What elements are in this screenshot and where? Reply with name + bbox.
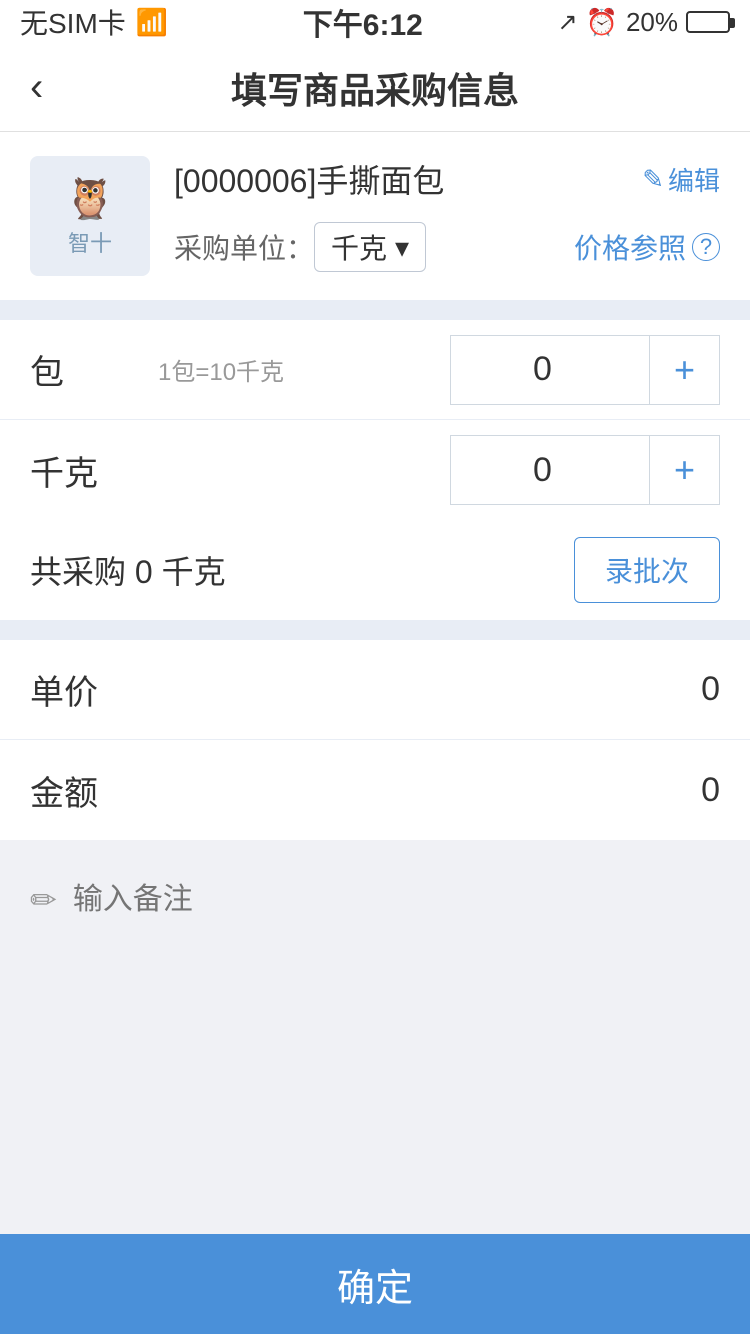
kg-plus-button[interactable]: +	[650, 435, 720, 505]
owl-icon: 🦉	[65, 175, 115, 222]
amount-value: 0	[701, 771, 720, 810]
nav-bar: ‹ 填写商品采购信息	[0, 44, 750, 132]
record-batch-button[interactable]: 录批次	[574, 537, 720, 603]
pencil-icon: ✏	[30, 881, 57, 919]
input-section: 包 1包=10千克 + 千克 +	[0, 320, 750, 520]
product-image: 🦉 智十	[30, 156, 150, 276]
battery-percent: 20%	[626, 7, 678, 38]
product-name-row: [0000006]手撕面包 ✎ 编辑	[174, 156, 720, 202]
unit-value: 千克	[331, 227, 387, 267]
unit-row: 采购单位： 千克 ▾ 价格参照 ?	[174, 222, 720, 272]
unit-prefix: 采购单位：	[174, 227, 314, 267]
edit-icon: ✎	[642, 164, 664, 195]
unit-price-label: 单价	[30, 665, 98, 714]
dropdown-arrow: ▾	[395, 231, 409, 264]
kg-label: 千克	[30, 446, 150, 495]
unit-select-group: 采购单位： 千克 ▾	[174, 222, 426, 272]
unit-price-value: 0	[701, 670, 720, 709]
unit-dropdown[interactable]: 千克 ▾	[314, 222, 426, 272]
edit-label: 编辑	[668, 161, 720, 198]
status-bar: 无SIM卡 📶 下午6:12 ↗ ⏰ 20%	[0, 0, 750, 44]
divider-1	[0, 300, 750, 320]
brand-text: 智十	[68, 226, 112, 258]
price-ref-label: 价格参照	[574, 227, 686, 267]
bag-quantity-input[interactable]	[450, 335, 650, 405]
kg-quantity-input[interactable]	[450, 435, 650, 505]
status-left: 无SIM卡 📶	[20, 2, 168, 42]
amount-label: 金额	[30, 766, 98, 815]
confirm-button[interactable]: 确定	[0, 1234, 750, 1334]
product-card: 🦉 智十 [0000006]手撕面包 ✎ 编辑 采购单位： 千克 ▾ 价格参照	[0, 132, 750, 300]
carrier-text: 无SIM卡	[20, 2, 126, 42]
alarm-icon: ⏰	[586, 7, 618, 38]
total-text: 共采购 0 千克	[30, 547, 226, 593]
kg-input-row: 千克 +	[0, 420, 750, 520]
bag-sub-label: 1包=10千克	[158, 352, 450, 387]
edit-button[interactable]: ✎ 编辑	[642, 161, 720, 198]
unit-price-row: 单价 0	[0, 640, 750, 740]
bag-input-control: +	[450, 335, 720, 405]
status-right: ↗ ⏰ 20%	[557, 7, 730, 38]
price-section: 单价 0 金额 0	[0, 640, 750, 840]
wifi-icon: 📶	[136, 7, 168, 38]
battery-icon	[686, 11, 730, 33]
status-time: 下午6:12	[303, 0, 423, 44]
kg-input-control: +	[450, 435, 720, 505]
bag-plus-button[interactable]: +	[650, 335, 720, 405]
page-title: 填写商品采购信息	[231, 62, 519, 114]
bag-label: 包	[30, 345, 150, 394]
product-name: [0000006]手撕面包	[174, 156, 444, 202]
price-ref-button[interactable]: 价格参照 ?	[574, 227, 720, 267]
amount-row: 金额 0	[0, 740, 750, 840]
remarks-section: ✏	[0, 840, 750, 960]
divider-2	[0, 620, 750, 640]
total-row: 共采购 0 千克 录批次	[0, 520, 750, 620]
price-ref-icon: ?	[692, 233, 720, 261]
product-info: [0000006]手撕面包 ✎ 编辑 采购单位： 千克 ▾ 价格参照 ?	[174, 156, 720, 272]
remarks-input[interactable]	[73, 883, 720, 917]
location-icon: ↗	[557, 8, 577, 37]
bag-input-row: 包 1包=10千克 +	[0, 320, 750, 420]
back-button[interactable]: ‹	[30, 65, 43, 110]
